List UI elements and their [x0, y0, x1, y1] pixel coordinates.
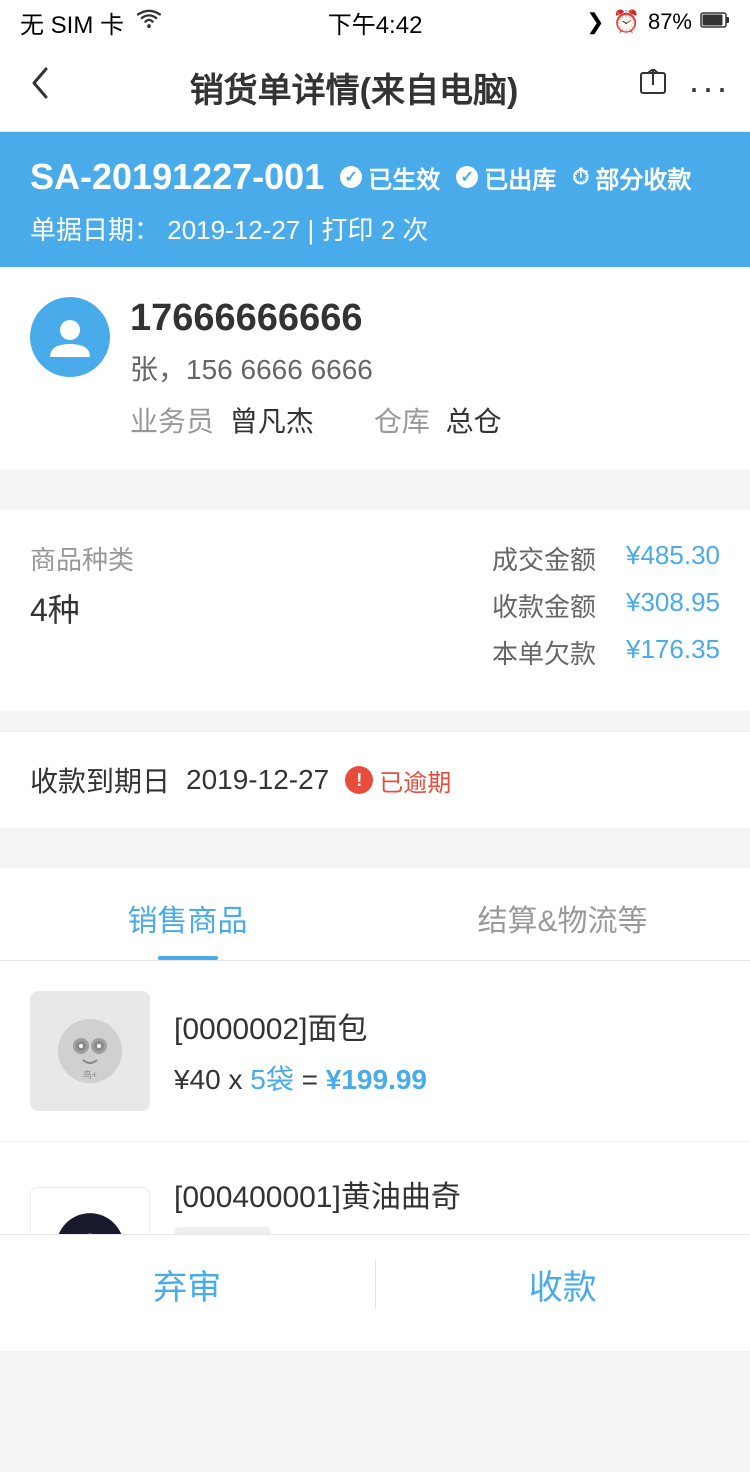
- collect-payment-button[interactable]: 收款: [376, 1240, 750, 1329]
- amount-row: 成交金额 ¥485.30: [492, 540, 720, 577]
- bottom-bar: 弃审 收款: [0, 1234, 750, 1334]
- status-partial: ⏱ 部分收款: [572, 160, 691, 195]
- page-title: 销货单详情(来自电脑): [70, 63, 638, 112]
- product-thumbnail-1: 鸟+: [30, 991, 150, 1111]
- product-type-summary: 商品种类 4种: [30, 540, 134, 631]
- customer-phone: 17666666666: [130, 297, 720, 340]
- status-shipped: ✓ 已出库: [456, 160, 556, 195]
- tabs-section: 销售商品 结算&物流等: [0, 868, 750, 961]
- cancel-review-button[interactable]: 弃审: [0, 1240, 375, 1329]
- battery-text: 87%: [648, 9, 692, 35]
- summary-section: 商品种类 4种 成交金额 ¥485.30 收款金额 ¥308.95 本单欠款 ¥…: [0, 510, 750, 711]
- tab-products[interactable]: 销售商品: [0, 868, 375, 960]
- status-right: ❯ ⏰ 87%: [586, 9, 730, 35]
- customer-meta: 业务员 曾凡杰 仓库 总仓: [130, 400, 720, 440]
- customer-avatar: [30, 297, 110, 377]
- nav-bar: 销货单详情(来自电脑) ···: [0, 44, 750, 132]
- product-price-1: ¥40 x 5袋 = ¥199.99: [174, 1058, 720, 1098]
- order-id: SA-20191227-001: [30, 156, 324, 198]
- status-bar: 无 SIM 卡 下午4:42 ❯ ⏰ 87%: [0, 0, 750, 44]
- more-icon[interactable]: ···: [688, 67, 730, 109]
- product-details-1: [0000002]面包 ¥40 x 5袋 = ¥199.99: [174, 1004, 720, 1098]
- tab-settlement[interactable]: 结算&物流等: [375, 868, 750, 960]
- clock-icon: ⏱: [572, 164, 589, 190]
- customer-section: 17666666666 张，156 6666 6666 业务员 曾凡杰 仓库 总…: [0, 267, 750, 470]
- divider-2: [0, 828, 750, 848]
- list-item: 鸟+ [0000002]面包 ¥40 x 5袋 = ¥199.99: [0, 961, 750, 1142]
- share-icon[interactable]: [638, 69, 668, 107]
- customer-name: 张，156 6666 6666: [130, 348, 720, 388]
- alarm-icon: ⏰: [613, 9, 640, 35]
- wifi-icon: [134, 8, 164, 36]
- product-name-1: [0000002]面包: [174, 1004, 720, 1048]
- nav-actions: ···: [638, 67, 730, 109]
- status-left: 无 SIM 卡: [20, 5, 164, 40]
- location-icon: ❯: [586, 9, 604, 35]
- customer-info: 17666666666 张，156 6666 6666 业务员 曾凡杰 仓库 总…: [130, 297, 720, 440]
- divider-1: [0, 470, 750, 490]
- bottom-spacer: [0, 1352, 750, 1472]
- warehouse-field: 仓库 总仓: [374, 400, 502, 440]
- order-header: SA-20191227-001 ✓ 已生效 ✓ 已出库 ⏱ 部分收款 单据日期：…: [0, 132, 750, 267]
- time-display: 下午4:42: [328, 5, 423, 40]
- check-icon-1: ✓: [340, 166, 362, 188]
- back-button[interactable]: [20, 56, 70, 119]
- battery-icon: [700, 9, 730, 35]
- salesperson-field: 业务员 曾凡杰: [130, 400, 314, 440]
- arrears-row: 本单欠款 ¥176.35: [492, 634, 720, 671]
- overdue-icon: !: [345, 766, 373, 794]
- financial-summary: 成交金额 ¥485.30 收款金额 ¥308.95 本单欠款 ¥176.35: [492, 540, 720, 681]
- carrier-text: 无 SIM 卡: [20, 5, 124, 40]
- check-icon-2: ✓: [456, 166, 478, 188]
- svg-text:鸟+: 鸟+: [83, 1069, 97, 1080]
- order-id-row: SA-20191227-001 ✓ 已生效 ✓ 已出库 ⏱ 部分收款: [30, 156, 720, 198]
- order-date-info: 单据日期： 2019-12-27 | 打印 2 次: [30, 210, 720, 247]
- received-row: 收款金额 ¥308.95: [492, 587, 720, 624]
- overdue-badge: ! 已逾期: [345, 763, 451, 798]
- product-name-2: [000400001]黄油曲奇: [174, 1172, 720, 1216]
- due-date-section: 收款到期日 2019-12-27 ! 已逾期: [0, 731, 750, 828]
- status-effective: ✓ 已生效: [340, 160, 440, 195]
